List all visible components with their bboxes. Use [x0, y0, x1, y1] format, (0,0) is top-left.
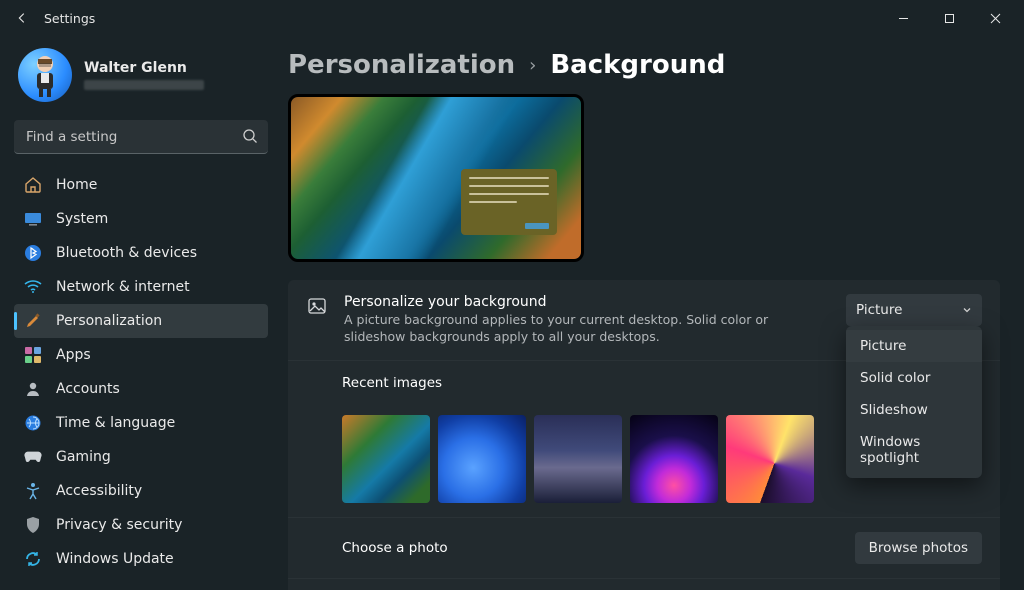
chevron-right-icon: › [529, 55, 536, 76]
person-icon [24, 380, 42, 398]
sidebar-item-label: Personalization [56, 313, 162, 329]
menu-option-solid-color[interactable]: Solid color [846, 362, 982, 394]
nav-list: Home System Bluetooth & devices Network … [14, 168, 268, 576]
profile[interactable]: Walter Glenn [18, 48, 268, 102]
sidebar-item-label: Home [56, 177, 97, 193]
sidebar-item-label: Accounts [56, 381, 120, 397]
sidebar-item-label: Time & language [56, 415, 175, 431]
avatar [18, 48, 72, 102]
search-input[interactable] [14, 120, 268, 154]
home-icon [24, 176, 42, 194]
recent-images-thumbs [342, 415, 814, 503]
breadcrumb: Personalization › Background [288, 50, 1000, 80]
close-icon [990, 13, 1001, 24]
personalize-description: A picture background applies to your cur… [344, 312, 830, 346]
image-icon [306, 296, 328, 316]
menu-option-slideshow[interactable]: Slideshow [846, 394, 982, 426]
user-subtext-redacted [84, 80, 204, 90]
sidebar-item-network[interactable]: Network & internet [14, 270, 268, 304]
sidebar-item-accounts[interactable]: Accounts [14, 372, 268, 406]
sidebar-item-accessibility[interactable]: Accessibility [14, 474, 268, 508]
sidebar-item-home[interactable]: Home [14, 168, 268, 202]
sidebar-item-gaming[interactable]: Gaming [14, 440, 268, 474]
recent-image-thumb[interactable] [534, 415, 622, 503]
row-choose-fit: Choose a fit for your desktop image Fill [288, 578, 1000, 590]
recent-image-thumb[interactable] [726, 415, 814, 503]
recent-image-thumb[interactable] [438, 415, 526, 503]
browse-photos-button[interactable]: Browse photos [855, 532, 982, 564]
wifi-icon [24, 278, 42, 296]
sidebar-item-label: Privacy & security [56, 517, 182, 533]
arrow-left-icon [15, 11, 29, 25]
sidebar-item-label: Windows Update [56, 551, 174, 567]
apps-icon [24, 346, 42, 364]
recent-image-thumb[interactable] [630, 415, 718, 503]
sidebar-item-bluetooth[interactable]: Bluetooth & devices [14, 236, 268, 270]
shield-icon [24, 516, 42, 534]
choose-photo-label: Choose a photo [342, 540, 839, 556]
titlebar: Settings [0, 0, 1024, 36]
update-icon [24, 550, 42, 568]
avatar-figure-icon [27, 53, 63, 97]
personalize-title: Personalize your background [344, 294, 830, 310]
menu-option-spotlight[interactable]: Windows spotlight [846, 426, 982, 474]
row-choose-photo: Choose a photo Browse photos [288, 517, 1000, 578]
window-title: Settings [44, 11, 95, 26]
sidebar-item-label: System [56, 211, 108, 227]
settings-panel: Personalize your background A picture ba… [288, 280, 1000, 590]
background-type-menu: Picture Solid color Slideshow Windows sp… [846, 326, 982, 478]
sidebar-item-personalization[interactable]: Personalization [14, 304, 268, 338]
sidebar-item-update[interactable]: Windows Update [14, 542, 268, 576]
user-name: Walter Glenn [84, 60, 204, 76]
close-button[interactable] [972, 0, 1018, 36]
clock-globe-icon [24, 414, 42, 432]
accessibility-icon [24, 482, 42, 500]
sidebar-item-privacy[interactable]: Privacy & security [14, 508, 268, 542]
sidebar-item-label: Gaming [56, 449, 111, 465]
content-area: Personalization › Background Personalize… [280, 36, 1024, 590]
recent-image-thumb[interactable] [342, 415, 430, 503]
bluetooth-icon [24, 244, 42, 262]
sidebar: Walter Glenn Home System Bluetooth & dev… [0, 36, 280, 590]
gamepad-icon [24, 448, 42, 466]
system-icon [24, 210, 42, 228]
recent-images-label: Recent images [342, 375, 442, 391]
background-type-dropdown[interactable]: Picture [846, 294, 982, 326]
browse-photos-label: Browse photos [869, 540, 968, 556]
sidebar-item-system[interactable]: System [14, 202, 268, 236]
chevron-down-icon [962, 305, 972, 315]
sidebar-item-apps[interactable]: Apps [14, 338, 268, 372]
minimize-icon [898, 13, 909, 24]
search-box[interactable] [14, 120, 268, 154]
preview-dialog [461, 169, 557, 235]
sidebar-item-label: Accessibility [56, 483, 142, 499]
breadcrumb-current: Background [550, 50, 725, 80]
row-personalize-background: Personalize your background A picture ba… [288, 280, 1000, 360]
search-icon [242, 128, 258, 144]
menu-option-picture[interactable]: Picture [846, 330, 982, 362]
back-button[interactable] [8, 4, 36, 32]
dropdown-selected: Picture [856, 302, 902, 318]
paintbrush-icon [24, 312, 42, 330]
sidebar-item-label: Apps [56, 347, 91, 363]
sidebar-item-label: Network & internet [56, 279, 190, 295]
sidebar-item-time[interactable]: Time & language [14, 406, 268, 440]
maximize-button[interactable] [926, 0, 972, 36]
maximize-icon [944, 13, 955, 24]
sidebar-item-label: Bluetooth & devices [56, 245, 197, 261]
desktop-preview [288, 94, 584, 262]
breadcrumb-parent[interactable]: Personalization [288, 50, 515, 80]
minimize-button[interactable] [880, 0, 926, 36]
